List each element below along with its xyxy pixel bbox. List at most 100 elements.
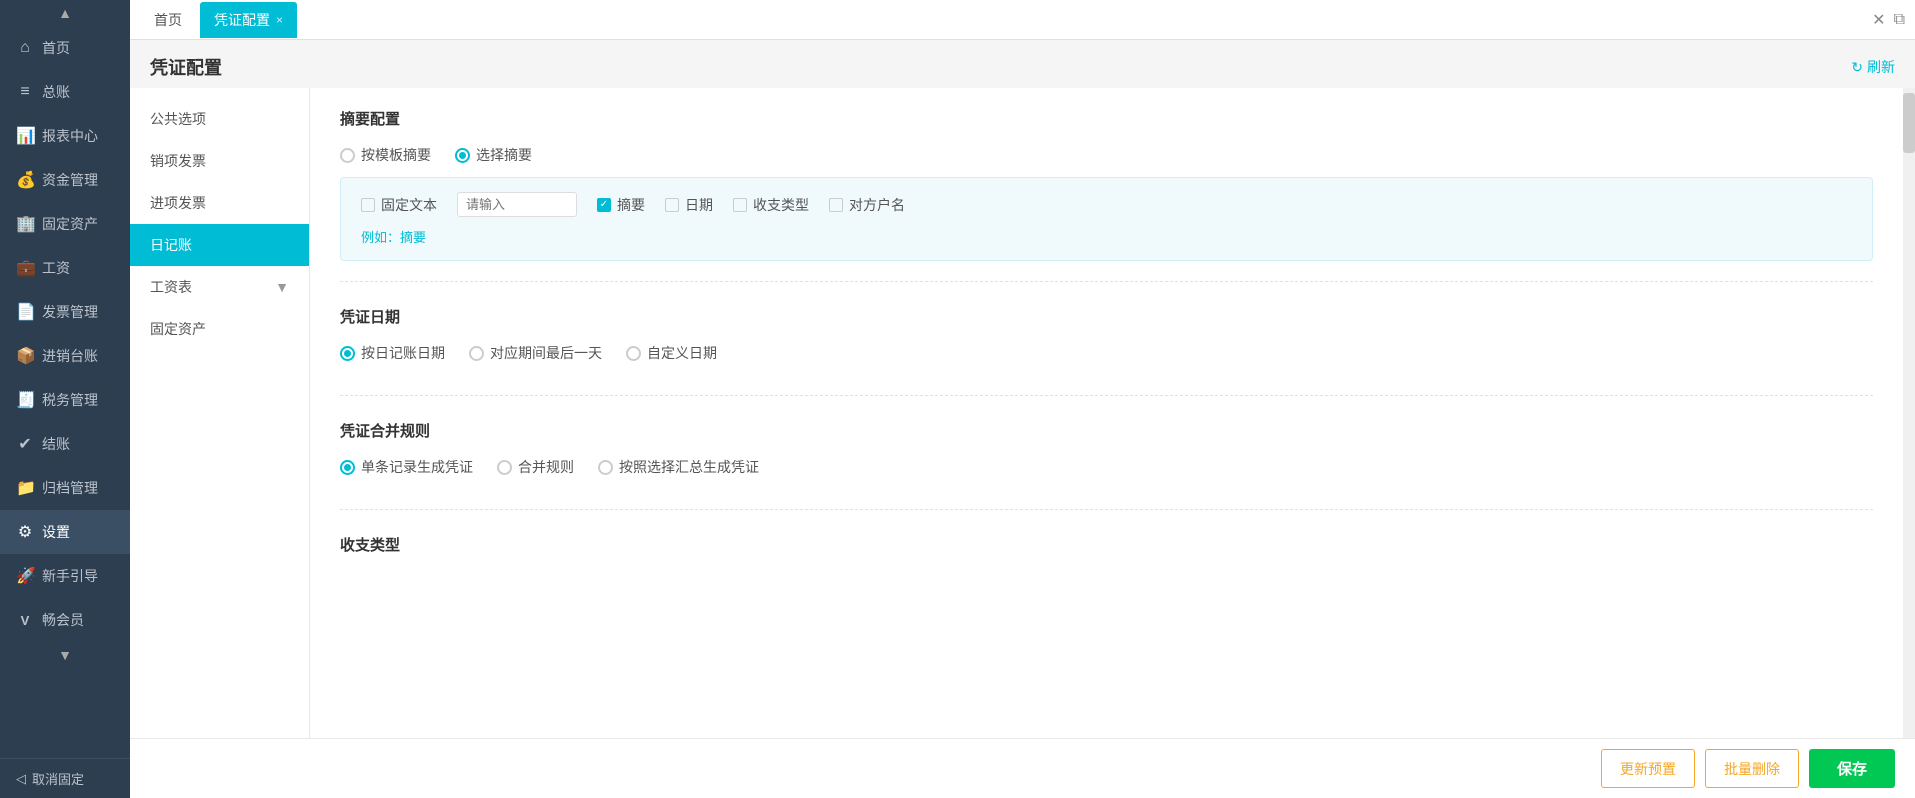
sidebar-scroll-up[interactable]: ▲ bbox=[0, 0, 130, 26]
main-area: 首页 凭证配置 × ✕ ⧉ 凭证配置 ↻ 刷新 公共选项 bbox=[130, 0, 1915, 798]
checkbox-abstract[interactable]: ✓ 摘要 bbox=[597, 195, 645, 215]
left-nav: 公共选项 销项发票 进项发票 日记账 工资表 ▼ 固定资产 bbox=[130, 88, 310, 738]
window-close-icon[interactable]: ✕ bbox=[1872, 10, 1885, 30]
sidebar-item-settlement[interactable]: ✔ 结账 bbox=[0, 422, 130, 466]
section-merge-rule: 凭证合并规则 单条记录生成凭证 合并规则 按照选择汇总生成凭证 bbox=[340, 420, 1873, 510]
page-title: 凭证配置 bbox=[150, 54, 222, 80]
refresh-button[interactable]: ↻ 刷新 bbox=[1851, 57, 1895, 77]
radio-merge-single[interactable]: 单条记录生成凭证 bbox=[340, 457, 473, 477]
section-abstract: 摘要配置 按模板摘要 选择摘要 bbox=[340, 108, 1873, 282]
left-nav-journal[interactable]: 日记账 bbox=[130, 224, 309, 266]
section-date: 凭证日期 按日记账日期 对应期间最后一天 自定义日期 bbox=[340, 306, 1873, 396]
sidebar-scroll-down[interactable]: ▼ bbox=[0, 642, 130, 668]
date-section-title: 凭证日期 bbox=[340, 306, 1873, 327]
pin-icon: ◁ bbox=[16, 771, 26, 787]
save-button[interactable]: 保存 bbox=[1809, 749, 1895, 788]
radio-select-abstract[interactable]: 选择摘要 bbox=[455, 145, 532, 165]
settings-icon: ⚙ bbox=[16, 522, 34, 542]
abstract-section-title: 摘要配置 bbox=[340, 108, 1873, 129]
abstract-example: 例如：摘要 bbox=[361, 227, 1852, 246]
sidebar-item-report[interactable]: 📊 报表中心 bbox=[0, 114, 130, 158]
left-nav-fixed-assets[interactable]: 固定资产 bbox=[130, 308, 309, 350]
fixed-text-input[interactable] bbox=[457, 192, 577, 217]
sales-ledger-icon: 📦 bbox=[16, 346, 34, 366]
tax-icon: 🧾 bbox=[16, 390, 34, 410]
sidebar-item-sales-ledger[interactable]: 📦 进销台账 bbox=[0, 334, 130, 378]
radio-date-journal-circle bbox=[340, 346, 355, 361]
tab-bar: 首页 凭证配置 × ✕ ⧉ bbox=[130, 0, 1915, 40]
left-nav-sales-invoice[interactable]: 销项发票 bbox=[130, 140, 309, 182]
radio-date-last-day[interactable]: 对应期间最后一天 bbox=[469, 343, 602, 363]
abstract-radio-group: 按模板摘要 选择摘要 bbox=[340, 145, 1873, 165]
sidebar-cancel-fixed[interactable]: ◁ 取消固定 bbox=[0, 758, 130, 798]
sidebar-item-ledger[interactable]: ≡ 总账 bbox=[0, 70, 130, 114]
radio-date-last-circle bbox=[469, 346, 484, 361]
guide-icon: 🚀 bbox=[16, 566, 34, 586]
ledger-icon: ≡ bbox=[16, 83, 34, 101]
sidebar-item-tax[interactable]: 🧾 税务管理 bbox=[0, 378, 130, 422]
counterpart-checkbox bbox=[829, 198, 843, 212]
radio-date-by-journal[interactable]: 按日记账日期 bbox=[340, 343, 445, 363]
date-checkbox bbox=[665, 198, 679, 212]
left-nav-payroll-table[interactable]: 工资表 ▼ bbox=[130, 266, 309, 308]
date-radio-group: 按日记账日期 对应期间最后一天 自定义日期 bbox=[340, 343, 1873, 363]
page-header: 凭证配置 ↻ 刷新 bbox=[130, 40, 1915, 88]
sidebar-item-home[interactable]: ⌂ 首页 bbox=[0, 26, 130, 70]
settlement-icon: ✔ bbox=[16, 434, 34, 454]
tab-voucher-config[interactable]: 凭证配置 × bbox=[200, 2, 297, 38]
abstract-options-box: 固定文本 ✓ 摘要 日期 bbox=[340, 177, 1873, 261]
merge-radio-group: 单条记录生成凭证 合并规则 按照选择汇总生成凭证 bbox=[340, 457, 1873, 477]
radio-merge-summary[interactable]: 按照选择汇总生成凭证 bbox=[598, 457, 759, 477]
fixed-assets-icon: 🏢 bbox=[16, 214, 34, 234]
sidebar-item-funds[interactable]: 💰 资金管理 bbox=[0, 158, 130, 202]
radio-template-abstract[interactable]: 按模板摘要 bbox=[340, 145, 431, 165]
sidebar-item-archive[interactable]: 📁 归档管理 bbox=[0, 466, 130, 510]
sidebar-item-member[interactable]: V 畅会员 bbox=[0, 598, 130, 642]
radio-date-custom-circle bbox=[626, 346, 641, 361]
outer-scrollbar[interactable] bbox=[1903, 88, 1915, 738]
sidebar-item-settings[interactable]: ⚙ 设置 bbox=[0, 510, 130, 554]
radio-merge-rule-circle bbox=[497, 460, 512, 475]
member-icon: V bbox=[16, 613, 34, 628]
fixed-text-checkbox bbox=[361, 198, 375, 212]
batch-delete-button[interactable]: 批量删除 bbox=[1705, 749, 1799, 788]
funds-icon: 💰 bbox=[16, 170, 34, 190]
sidebar-item-fixed-assets[interactable]: 🏢 固定资产 bbox=[0, 202, 130, 246]
sidebar: ▲ ⌂ 首页 ≡ 总账 📊 报表中心 💰 资金管理 🏢 固定资产 💼 工资 📄 … bbox=[0, 0, 130, 798]
radio-select-circle bbox=[455, 148, 470, 163]
checkbox-fixed-text[interactable]: 固定文本 bbox=[361, 195, 437, 215]
radio-merge-summary-circle bbox=[598, 460, 613, 475]
left-nav-purchase-invoice[interactable]: 进项发票 bbox=[130, 182, 309, 224]
archive-icon: 📁 bbox=[16, 478, 34, 498]
merge-rule-title: 凭证合并规则 bbox=[340, 420, 1873, 441]
sidebar-item-invoice[interactable]: 📄 发票管理 bbox=[0, 290, 130, 334]
checkbox-date[interactable]: 日期 bbox=[665, 195, 713, 215]
content-wrapper: 凭证配置 ↻ 刷新 公共选项 销项发票 进项发票 日记账 bbox=[130, 40, 1915, 798]
refresh-icon: ↻ bbox=[1851, 59, 1863, 76]
radio-date-custom[interactable]: 自定义日期 bbox=[626, 343, 717, 363]
section-income-type: 收支类型 bbox=[340, 534, 1873, 591]
abstract-checkbox-row: 固定文本 ✓ 摘要 日期 bbox=[361, 192, 1852, 217]
checkbox-counterpart[interactable]: 对方户名 bbox=[829, 195, 905, 215]
sidebar-item-payroll[interactable]: 💼 工资 bbox=[0, 246, 130, 290]
update-preview-button[interactable]: 更新预置 bbox=[1601, 749, 1695, 788]
tab-home[interactable]: 首页 bbox=[140, 2, 196, 38]
invoice-icon: 📄 bbox=[16, 302, 34, 322]
radio-merge-single-circle bbox=[340, 460, 355, 475]
radio-merge-rule[interactable]: 合并规则 bbox=[497, 457, 574, 477]
sidebar-item-guide[interactable]: 🚀 新手引导 bbox=[0, 554, 130, 598]
payroll-icon: 💼 bbox=[16, 258, 34, 278]
left-nav-public-options[interactable]: 公共选项 bbox=[130, 98, 309, 140]
tab-bar-actions: ✕ ⧉ bbox=[1872, 10, 1905, 30]
report-icon: 📊 bbox=[16, 126, 34, 146]
checkbox-income-type[interactable]: 收支类型 bbox=[733, 195, 809, 215]
right-content: 摘要配置 按模板摘要 选择摘要 bbox=[310, 88, 1903, 738]
tab-close-icon[interactable]: × bbox=[276, 13, 283, 27]
body-layout: 公共选项 销项发票 进项发票 日记账 工资表 ▼ 固定资产 bbox=[130, 88, 1915, 738]
radio-template-circle bbox=[340, 148, 355, 163]
window-restore-icon[interactable]: ⧉ bbox=[1894, 11, 1905, 29]
income-type-title: 收支类型 bbox=[340, 534, 1873, 555]
expand-arrow-icon: ▼ bbox=[275, 279, 289, 295]
abstract-checkbox: ✓ bbox=[597, 198, 611, 212]
bottom-action-bar: 更新预置 批量删除 保存 bbox=[130, 738, 1915, 798]
